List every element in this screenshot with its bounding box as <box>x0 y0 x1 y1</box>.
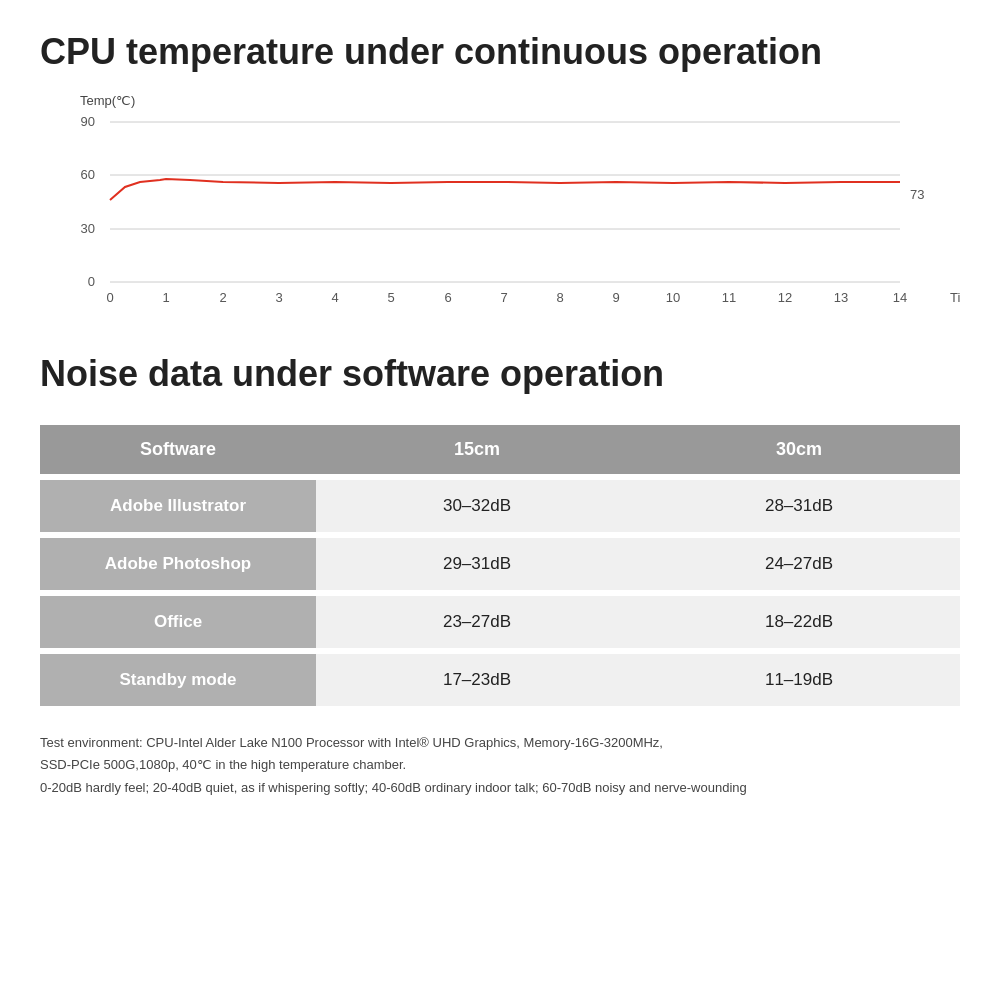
chart-svg: 0 30 60 90 0 1 2 3 4 5 6 7 8 9 10 11 12 … <box>60 112 960 312</box>
chart-title: CPU temperature under continuous operati… <box>40 30 960 73</box>
db-cell: 24–27dB <box>638 538 960 590</box>
svg-text:73: 73 <box>910 187 924 202</box>
software-cell: Adobe Illustrator <box>40 480 316 532</box>
col-header-30cm: 30cm <box>638 425 960 474</box>
col-header-15cm: 15cm <box>316 425 638 474</box>
svg-text:13: 13 <box>834 290 848 305</box>
svg-text:5: 5 <box>387 290 394 305</box>
table-row: Standby mode17–23dB11–19dB <box>40 654 960 706</box>
noise-table: Software 15cm 30cm Adobe Illustrator30–3… <box>40 419 960 712</box>
svg-text:30: 30 <box>81 221 95 236</box>
svg-text:8: 8 <box>556 290 563 305</box>
svg-text:11: 11 <box>722 290 736 305</box>
svg-text:4: 4 <box>331 290 338 305</box>
chart-container: 0 30 60 90 0 1 2 3 4 5 6 7 8 9 10 11 12 … <box>60 112 960 312</box>
svg-text:0: 0 <box>106 290 113 305</box>
db-cell: 18–22dB <box>638 596 960 648</box>
software-cell: Office <box>40 596 316 648</box>
footnote: Test environment: CPU-Intel Alder Lake N… <box>40 732 960 798</box>
col-header-software: Software <box>40 425 316 474</box>
db-cell: 17–23dB <box>316 654 638 706</box>
svg-text:2: 2 <box>219 290 226 305</box>
db-cell: 11–19dB <box>638 654 960 706</box>
svg-text:3: 3 <box>275 290 282 305</box>
table-row: Adobe Illustrator30–32dB28–31dB <box>40 480 960 532</box>
db-cell: 28–31dB <box>638 480 960 532</box>
noise-title: Noise data under software operation <box>40 352 960 395</box>
footnote-line: SSD-PCIe 500G,1080p, 40℃ in the high tem… <box>40 754 960 776</box>
svg-text:60: 60 <box>81 167 95 182</box>
svg-text:6: 6 <box>444 290 451 305</box>
svg-text:10: 10 <box>666 290 680 305</box>
noise-section: Noise data under software operation Soft… <box>40 352 960 798</box>
table-row: Adobe Photoshop29–31dB24–27dB <box>40 538 960 590</box>
footnote-line: 0-20dB hardly feel; 20-40dB quiet, as if… <box>40 777 960 799</box>
db-cell: 29–31dB <box>316 538 638 590</box>
svg-text:Time(Hour): Time(Hour) <box>950 290 960 305</box>
chart-section: CPU temperature under continuous operati… <box>40 30 960 312</box>
chart-ylabel: Temp(℃) <box>80 93 960 108</box>
footnote-line: Test environment: CPU-Intel Alder Lake N… <box>40 732 960 754</box>
svg-text:0: 0 <box>88 274 95 289</box>
svg-text:1: 1 <box>162 290 169 305</box>
svg-text:7: 7 <box>500 290 507 305</box>
svg-text:9: 9 <box>612 290 619 305</box>
svg-text:12: 12 <box>778 290 792 305</box>
db-cell: 30–32dB <box>316 480 638 532</box>
svg-text:90: 90 <box>81 114 95 129</box>
table-row: Office23–27dB18–22dB <box>40 596 960 648</box>
software-cell: Adobe Photoshop <box>40 538 316 590</box>
software-cell: Standby mode <box>40 654 316 706</box>
db-cell: 23–27dB <box>316 596 638 648</box>
svg-text:14: 14 <box>893 290 907 305</box>
